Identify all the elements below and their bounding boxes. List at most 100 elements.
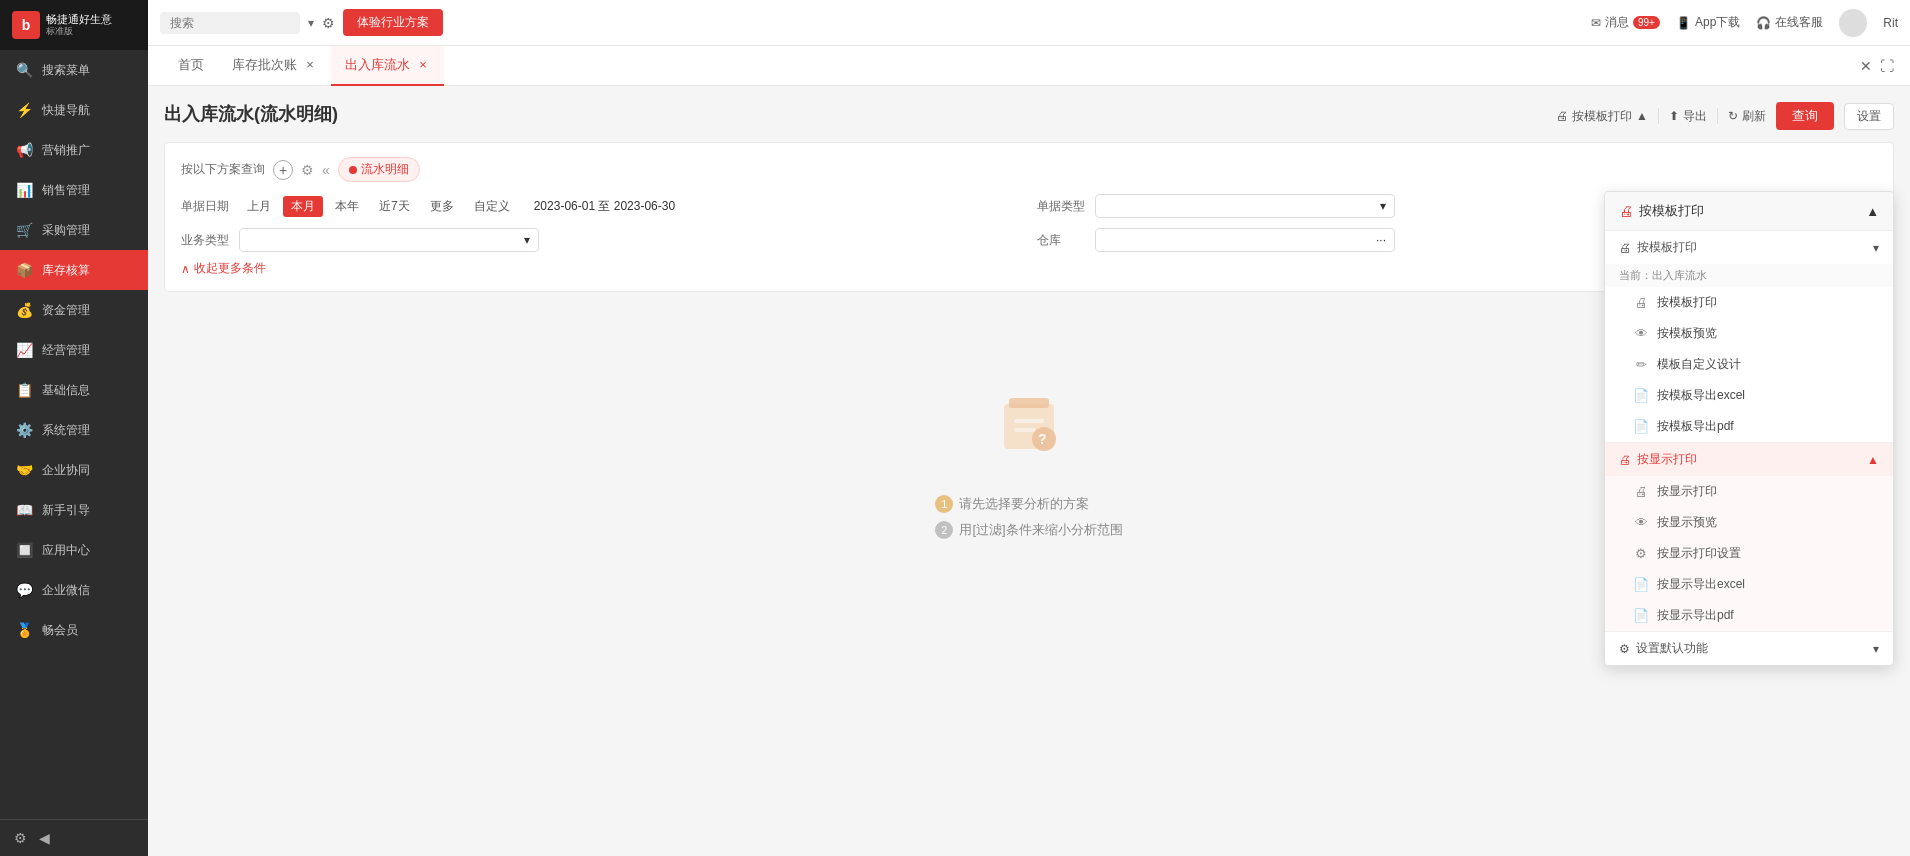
toolbar: 🖨 按模板打印 ▲ ⬆ 导出 ↻ 刷新 查询 设置 [1556, 102, 1894, 130]
warehouse-more-icon: ··· [1376, 233, 1386, 247]
export-pdf-display-item[interactable]: 📄 按显示导出pdf [1605, 600, 1893, 631]
filter-tag-dot [349, 166, 357, 174]
sidebar-item-inventory[interactable]: 📦 库存核算 [0, 250, 148, 290]
nav-icon-purchase: 🛒 [14, 220, 34, 240]
nav-icon-collab: 🤝 [14, 460, 34, 480]
empty-icon: ? [989, 384, 1069, 479]
tab-batchbook[interactable]: 库存批次账 × [218, 46, 331, 86]
filter-biztype-label: 业务类型 [181, 232, 231, 249]
nav-label-purchase: 采购管理 [42, 222, 90, 239]
nav-icon-marketing: 📢 [14, 140, 34, 160]
nav-label-wechat: 企业微信 [42, 582, 90, 599]
date-option-3[interactable]: 近7天 [371, 196, 418, 217]
sidebar-item-search[interactable]: 🔍 搜索菜单 [0, 50, 148, 90]
sidebar-item-sales[interactable]: 📊 销售管理 [0, 170, 148, 210]
dropdown-display-header[interactable]: 🖨 按显示打印 ▲ [1605, 443, 1893, 476]
nav-label-appcenter: 应用中心 [42, 542, 90, 559]
display-print-icon: 🖨 [1633, 484, 1649, 499]
sidebar-item-marketing[interactable]: 📢 营销推广 [0, 130, 148, 170]
filter-add-button[interactable]: + [273, 160, 293, 180]
sidebar-bottom: ⚙ ◀ [0, 819, 148, 856]
sidebar-item-wechat[interactable]: 💬 企业微信 [0, 570, 148, 610]
export-excel-display-item[interactable]: 📄 按显示导出excel [1605, 569, 1893, 600]
sidebar-item-member[interactable]: 🏅 畅会员 [0, 610, 148, 650]
print-icon: 🖨 [1633, 295, 1649, 310]
refresh-button[interactable]: ↻ 刷新 [1728, 108, 1766, 125]
collapse-icon[interactable]: ◀ [39, 830, 50, 846]
display-pdf-icon: 📄 [1633, 608, 1649, 623]
preview-by-display-item[interactable]: 👁 按显示预览 [1605, 507, 1893, 538]
tab-batchbook-close[interactable]: × [303, 58, 317, 72]
industry-solution-button[interactable]: 体验行业方案 [343, 9, 443, 36]
dropdown-template-header[interactable]: 🖨 按模板打印 ▾ [1605, 231, 1893, 264]
design-template-item[interactable]: ✏ 模板自定义设计 [1605, 349, 1893, 380]
sidebar-item-appcenter[interactable]: 🔲 应用中心 [0, 530, 148, 570]
settings-default-icon: ⚙ [1619, 642, 1630, 656]
sidebar-item-operation[interactable]: 📈 经营管理 [0, 330, 148, 370]
export-pdf-template-item[interactable]: 📄 按模板导出pdf [1605, 411, 1893, 442]
date-option-0[interactable]: 上月 [239, 196, 279, 217]
dropdown-header: 🖨 按模板打印 ▲ [1605, 192, 1893, 231]
query-button[interactable]: 查询 [1776, 102, 1834, 130]
sidebar-item-finance[interactable]: 💰 资金管理 [0, 290, 148, 330]
settings-button[interactable]: 设置 [1844, 103, 1894, 130]
nav-label-basic: 基础信息 [42, 382, 90, 399]
date-option-1[interactable]: 本月 [283, 196, 323, 217]
export-button[interactable]: ⬆ 导出 [1669, 108, 1707, 125]
dropdown-scroll-up[interactable]: ▲ [1866, 204, 1879, 219]
doctype-select[interactable]: ▾ [1095, 194, 1395, 218]
date-option-5[interactable]: 自定义 [466, 196, 518, 217]
nav-label-collab: 企业协同 [42, 462, 90, 479]
topbar-dropdown-arrow[interactable]: ▾ [308, 16, 314, 30]
print-template-button[interactable]: 🖨 按模板打印 ▲ [1556, 108, 1648, 125]
warehouse-select[interactable]: ··· [1095, 228, 1395, 252]
display-section-arrow: ▲ [1867, 453, 1879, 467]
filter-tag[interactable]: 流水明细 [338, 157, 420, 182]
sidebar-item-collab[interactable]: 🤝 企业协同 [0, 450, 148, 490]
sidebar-item-quicknav[interactable]: ⚡ 快捷导航 [0, 90, 148, 130]
filter-collapse-icon[interactable]: « [322, 162, 330, 178]
sidebar-item-purchase[interactable]: 🛒 采购管理 [0, 210, 148, 250]
sidebar-item-system[interactable]: ⚙️ 系统管理 [0, 410, 148, 450]
online-service-button[interactable]: 🎧 在线客服 [1756, 14, 1823, 31]
export-icon: ⬆ [1669, 109, 1679, 123]
tab-flowdetail-close[interactable]: × [416, 58, 430, 72]
filter-doctype-label: 单据类型 [1037, 198, 1087, 215]
print-by-template-item[interactable]: 🖨 按模板打印 [1605, 287, 1893, 318]
user-avatar[interactable] [1839, 9, 1867, 37]
preview-by-template-item[interactable]: 👁 按模板预览 [1605, 318, 1893, 349]
user-name: Rit [1883, 16, 1898, 30]
sidebar-item-basic[interactable]: 📋 基础信息 [0, 370, 148, 410]
print-by-display-item[interactable]: 🖨 按显示打印 [1605, 476, 1893, 507]
nav-icon-inventory: 📦 [14, 260, 34, 280]
tab-flowdetail-label: 出入库流水 [345, 56, 410, 74]
app-download-button[interactable]: 📱 App下载 [1676, 14, 1740, 31]
nav-icon-operation: 📈 [14, 340, 34, 360]
topbar-gear-icon[interactable]: ⚙ [322, 15, 335, 31]
preview-icon: 👁 [1633, 326, 1649, 341]
main-area: ▾ ⚙ 体验行业方案 ✉ 消息 99+ 📱 App下载 🎧 在线客服 Rit 首… [148, 0, 1910, 856]
settings-icon[interactable]: ⚙ [14, 830, 27, 846]
tab-flowdetail[interactable]: 出入库流水 × [331, 46, 444, 86]
search-input[interactable] [160, 12, 300, 34]
date-option-4[interactable]: 更多 [422, 196, 462, 217]
dropdown-footer[interactable]: ⚙ 设置默认功能 ▾ [1605, 632, 1893, 665]
display-section-icon: 🖨 [1619, 453, 1631, 467]
biztype-select[interactable]: ▾ [239, 228, 539, 252]
filter-date-label: 单据日期 [181, 198, 231, 215]
sidebar-item-guide[interactable]: 📖 新手引导 [0, 490, 148, 530]
filter-gear-icon[interactable]: ⚙ [301, 162, 314, 178]
tab-batchbook-label: 库存批次账 [232, 56, 297, 74]
tab-home[interactable]: 首页 [164, 46, 218, 86]
nav-label-marketing: 营销推广 [42, 142, 90, 159]
message-button[interactable]: ✉ 消息 99+ [1591, 14, 1660, 31]
export-excel-template-item[interactable]: 📄 按模板导出excel [1605, 380, 1893, 411]
print-header-icon: 🖨 [1619, 203, 1633, 219]
refresh-icon: ↻ [1728, 109, 1738, 123]
maximize-window-icon[interactable]: ⛶ [1880, 58, 1894, 74]
nav-label-sales: 销售管理 [42, 182, 90, 199]
phone-icon: 📱 [1676, 16, 1691, 30]
display-print-settings-item[interactable]: ⚙ 按显示打印设置 [1605, 538, 1893, 569]
close-window-icon[interactable]: ✕ [1860, 58, 1872, 74]
date-option-2[interactable]: 本年 [327, 196, 367, 217]
